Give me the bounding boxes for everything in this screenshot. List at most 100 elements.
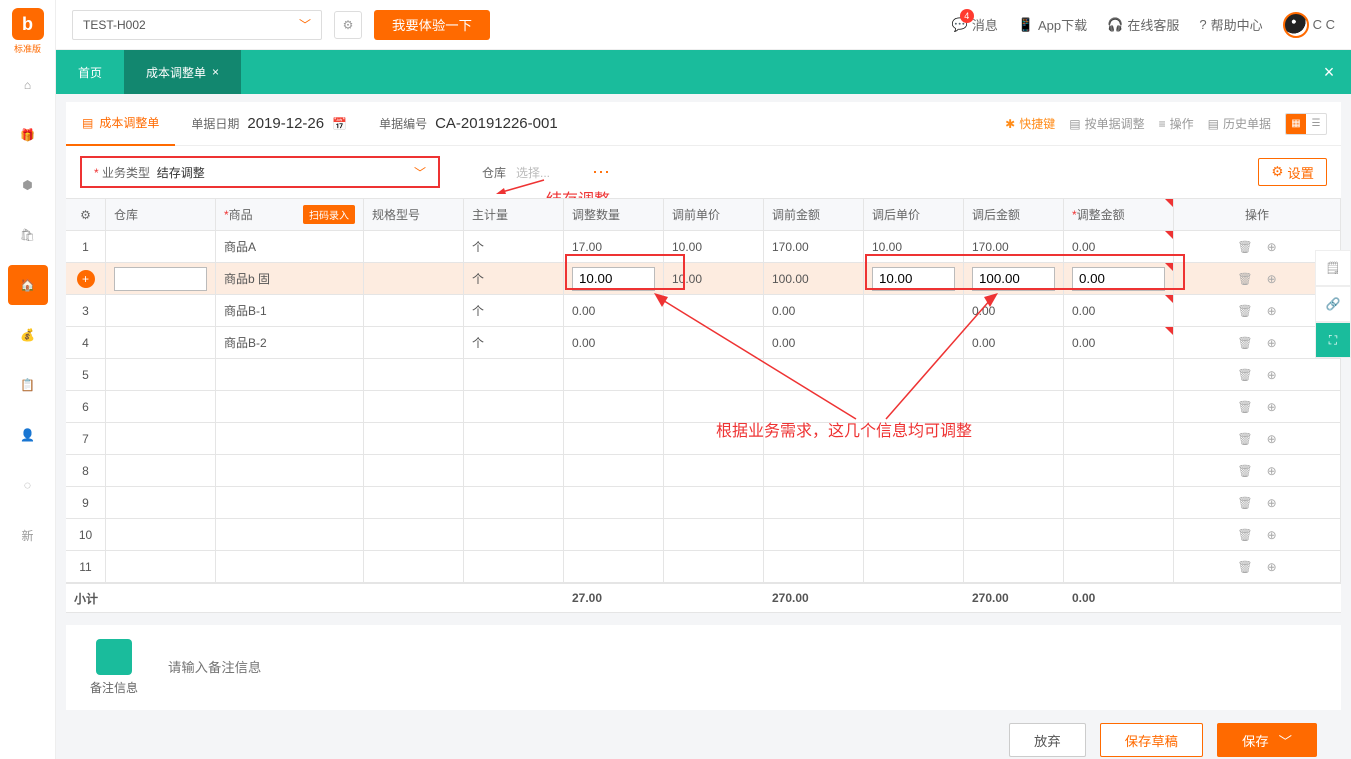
table-row[interactable]: 11🗑⊕ <box>66 551 1341 583</box>
tab-cost-adjust[interactable]: 成本调整单× <box>124 50 241 94</box>
nav-clipboard-icon[interactable]: 📋 <box>8 365 48 405</box>
grid-view-icon[interactable]: ▦ <box>1286 114 1306 134</box>
delete-row-icon[interactable]: 🗑 <box>1237 560 1252 574</box>
delete-row-icon[interactable]: 🗑 <box>1237 272 1252 286</box>
delete-row-icon[interactable]: 🗑 <box>1237 400 1252 414</box>
nav-money-icon[interactable]: 💰 <box>8 315 48 355</box>
nav-bag-icon[interactable]: 🛍 <box>8 215 48 255</box>
subtotal-before-amt: 270.00 <box>764 584 864 612</box>
nav-new-icon[interactable]: 新 <box>8 515 48 555</box>
table-row[interactable]: 4商品B-2个0.000.000.000.00🗑⊕ <box>66 327 1341 359</box>
copy-row-icon[interactable]: ⊕ <box>1267 464 1277 478</box>
close-all-tabs[interactable]: × <box>1307 50 1351 94</box>
grid-settings-button[interactable]: ⚙设置 <box>1258 158 1327 186</box>
gear-icon: ⚙ <box>1271 164 1283 180</box>
after-amt-input[interactable] <box>972 267 1055 291</box>
logo-text: 标准版 <box>14 42 41 55</box>
date-label: 单据日期 <box>191 115 239 132</box>
table-row[interactable]: 5🗑⊕ <box>66 359 1341 391</box>
app-download-button[interactable]: 📱App下载 <box>1018 15 1087 34</box>
delete-row-icon[interactable]: 🗑 <box>1237 496 1252 510</box>
filter-row: * 业务类型 结存调整 ﹀ 仓库 选择... ⋯ ⚙设置 结存调整 <box>66 146 1341 198</box>
save-draft-button[interactable]: 保存草稿 <box>1100 723 1203 757</box>
org-selector[interactable]: TEST-H002 ﹀ <box>72 10 322 40</box>
table-row[interactable]: 10🗑⊕ <box>66 519 1341 551</box>
table-row[interactable]: 1商品A个17.0010.00170.0010.00170.000.00🗑⊕ <box>66 231 1341 263</box>
experience-button[interactable]: 我要体验一下 <box>374 10 490 40</box>
copy-row-icon[interactable]: ⊕ <box>1267 496 1277 510</box>
help-center-button[interactable]: ?帮助中心 <box>1199 15 1262 34</box>
close-icon[interactable]: × <box>212 65 219 79</box>
doc-type-tab[interactable]: ▤成本调整单 <box>66 102 175 146</box>
table-row[interactable]: 8🗑⊕ <box>66 455 1341 487</box>
table-row[interactable]: 9🗑⊕ <box>66 487 1341 519</box>
nav-house-icon[interactable]: ⬢ <box>8 165 48 205</box>
list-view-icon[interactable]: ☰ <box>1306 114 1326 134</box>
delete-row-icon[interactable]: 🗑 <box>1237 240 1252 254</box>
delete-row-icon[interactable]: 🗑 <box>1237 336 1252 350</box>
after-price-input[interactable] <box>872 267 955 291</box>
col-uom: 主计量 <box>464 199 564 230</box>
nav-contact-icon[interactable]: 👤 <box>8 415 48 455</box>
copy-row-icon[interactable]: ⊕ <box>1267 528 1277 542</box>
help-icon: ? <box>1199 17 1206 32</box>
link-icon[interactable]: 🔗 <box>1315 286 1351 322</box>
messages-button[interactable]: 💬消息 <box>952 15 998 34</box>
settings-gear-button[interactable]: ⚙ <box>334 11 362 39</box>
chevron-down-icon: ﹀ <box>1279 731 1292 750</box>
discard-button[interactable]: 放弃 <box>1009 723 1086 757</box>
adjust-by-doc-link[interactable]: ▤ 按单据调整 <box>1069 115 1144 132</box>
more-filters-icon[interactable]: ⋯ <box>592 162 612 183</box>
copy-row-icon[interactable]: ⊕ <box>1267 336 1277 350</box>
customer-service-button[interactable]: 🎧在线客服 <box>1107 15 1179 34</box>
table-row[interactable]: 3商品B-1个0.000.000.000.00🗑⊕ <box>66 295 1341 327</box>
col-settings-icon[interactable]: ⚙ <box>66 199 106 230</box>
nav-sync-icon[interactable]: ◌ <box>8 465 48 505</box>
avatar-icon <box>1283 12 1309 38</box>
table-row[interactable]: 6🗑⊕ <box>66 391 1341 423</box>
expand-icon[interactable]: ⛶ <box>1315 322 1351 358</box>
nav-warehouse-icon[interactable]: 🏠 <box>8 265 48 305</box>
nav-gift-icon[interactable]: 🎁 <box>8 115 48 155</box>
delete-row-icon[interactable]: 🗑 <box>1237 528 1252 542</box>
org-value: TEST-H002 <box>83 18 146 32</box>
delete-row-icon[interactable]: 🗑 <box>1237 304 1252 318</box>
date-value[interactable]: 2019-12-26 <box>247 115 324 132</box>
delete-row-icon[interactable]: 🗑 <box>1237 432 1252 446</box>
right-tool-rail: 🗒 🔗 ⛶ <box>1315 250 1351 358</box>
note-icon[interactable]: 🗒 <box>1315 250 1351 286</box>
calendar-icon[interactable]: 📅 <box>332 117 347 131</box>
remark-input[interactable] <box>168 652 1317 684</box>
copy-row-icon[interactable]: ⊕ <box>1267 240 1277 254</box>
copy-row-icon[interactable]: ⊕ <box>1267 432 1277 446</box>
chevron-down-icon: ﹀ <box>414 164 426 181</box>
copy-row-icon[interactable]: ⊕ <box>1267 368 1277 382</box>
business-type-select[interactable]: * 业务类型 结存调整 ﹀ <box>80 156 440 188</box>
page-tabs: 首页 成本调整单× × <box>56 50 1351 94</box>
hotkeys-link[interactable]: ✱ 快捷键 <box>1005 115 1055 132</box>
table-row[interactable]: +商品b 固个10.00100.00🗑⊕ <box>66 263 1341 295</box>
view-toggle[interactable]: ▦☰ <box>1285 113 1327 135</box>
scan-input-tag[interactable]: 扫码录入 <box>303 205 355 224</box>
delete-row-icon[interactable]: 🗑 <box>1237 368 1252 382</box>
copy-row-icon[interactable]: ⊕ <box>1267 272 1277 286</box>
nav-home-icon[interactable]: ⌂ <box>8 65 48 105</box>
operations-link[interactable]: ≡ 操作 <box>1159 115 1194 132</box>
user-menu[interactable]: C C <box>1283 12 1335 38</box>
delete-row-icon[interactable]: 🗑 <box>1237 464 1252 478</box>
copy-row-icon[interactable]: ⊕ <box>1267 560 1277 574</box>
subtotal-adj-amt: 0.00 <box>1064 584 1174 612</box>
table-row[interactable]: 7🗑⊕ <box>66 423 1341 455</box>
qty-input[interactable] <box>572 267 655 291</box>
top-bar: TEST-H002 ﹀ ⚙ 我要体验一下 💬消息 📱App下载 🎧在线客服 ?帮… <box>56 0 1351 50</box>
history-link[interactable]: ▤ 历史单据 <box>1208 115 1271 132</box>
tab-home[interactable]: 首页 <box>56 50 124 94</box>
copy-row-icon[interactable]: ⊕ <box>1267 304 1277 318</box>
warehouse-input[interactable] <box>114 267 207 291</box>
adj-amt-input[interactable] <box>1072 267 1165 291</box>
message-icon: 💬 <box>952 17 968 33</box>
copy-row-icon[interactable]: ⊕ <box>1267 400 1277 414</box>
remark-icon <box>96 639 132 675</box>
subtotal-row: 小计 27.00 270.00 270.00 0.00 <box>66 583 1341 613</box>
save-button[interactable]: 保存﹀ <box>1217 723 1317 757</box>
